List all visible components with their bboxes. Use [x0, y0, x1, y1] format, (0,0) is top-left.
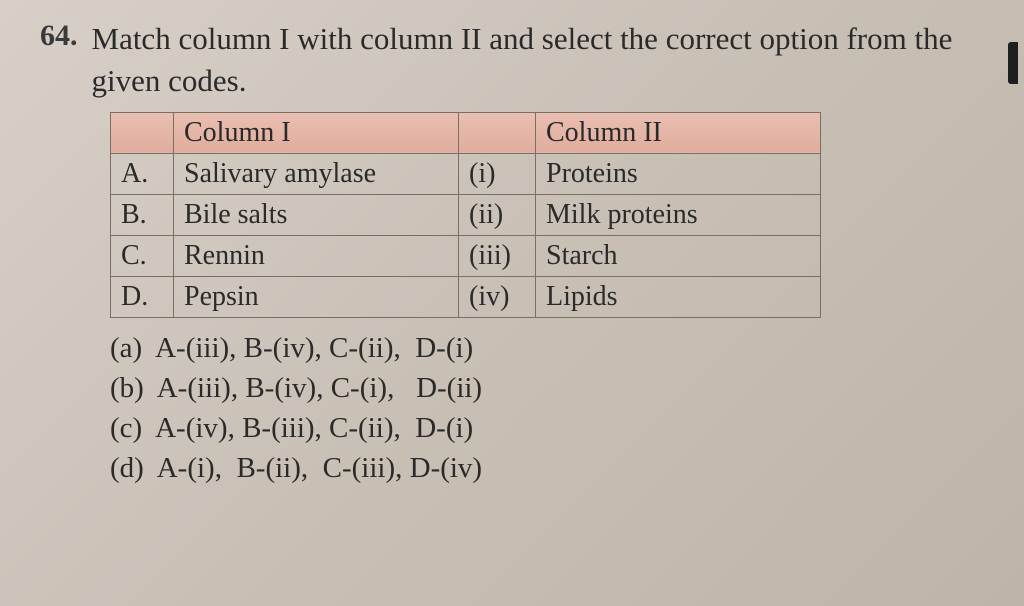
row-col2: Lipids [536, 276, 821, 317]
row-letter: A. [111, 153, 174, 194]
question-text: Match column I with column II and select… [92, 18, 965, 102]
row-col1: Pepsin [174, 276, 459, 317]
option-label: (d) [110, 452, 144, 484]
row-col2: Starch [536, 235, 821, 276]
option-label: (c) [110, 412, 142, 444]
match-table: Column I Column II A. Salivary amylase (… [110, 112, 821, 318]
header-column-1: Column I [174, 112, 459, 153]
question-number: 64. [40, 18, 78, 54]
table-header-row: Column I Column II [111, 112, 821, 153]
option-label: (b) [110, 372, 144, 404]
row-letter: C. [111, 235, 174, 276]
option-text: A-(iv), B-(iii), C-(ii), D-(i) [155, 412, 473, 444]
option-b: (b) A-(iii), B-(iv), C-(i), D-(ii) [110, 368, 964, 408]
option-c: (c) A-(iv), B-(iii), C-(ii), D-(i) [110, 408, 964, 448]
option-d: (d) A-(i), B-(ii), C-(iii), D-(iv) [110, 448, 964, 488]
row-roman: (i) [459, 153, 536, 194]
row-col2: Proteins [536, 153, 821, 194]
option-label: (a) [110, 332, 142, 364]
row-col1: Bile salts [174, 194, 459, 235]
table-row: B. Bile salts (ii) Milk proteins [111, 194, 821, 235]
row-col1: Salivary amylase [174, 153, 459, 194]
row-col2: Milk proteins [536, 194, 821, 235]
table-row: D. Pepsin (iv) Lipids [111, 276, 821, 317]
question-row: 64. Match column I with column II and se… [40, 18, 964, 102]
row-letter: D. [111, 276, 174, 317]
table-row: C. Rennin (iii) Starch [111, 235, 821, 276]
page-content: 64. Match column I with column II and se… [0, 0, 1024, 508]
header-blank-2 [459, 112, 536, 153]
option-text: A-(iii), B-(iv), C-(ii), D-(i) [155, 332, 473, 364]
option-a: (a) A-(iii), B-(iv), C-(ii), D-(i) [110, 328, 964, 368]
answer-options: (a) A-(iii), B-(iv), C-(ii), D-(i) (b) A… [110, 328, 964, 488]
row-roman: (ii) [459, 194, 536, 235]
row-col1: Rennin [174, 235, 459, 276]
row-letter: B. [111, 194, 174, 235]
page-edge-mark [1008, 42, 1018, 84]
row-roman: (iii) [459, 235, 536, 276]
row-roman: (iv) [459, 276, 536, 317]
header-column-2: Column II [536, 112, 821, 153]
option-text: A-(i), B-(ii), C-(iii), D-(iv) [157, 452, 482, 484]
option-text: A-(iii), B-(iv), C-(i), D-(ii) [157, 372, 482, 404]
table-row: A. Salivary amylase (i) Proteins [111, 153, 821, 194]
header-blank-1 [111, 112, 174, 153]
